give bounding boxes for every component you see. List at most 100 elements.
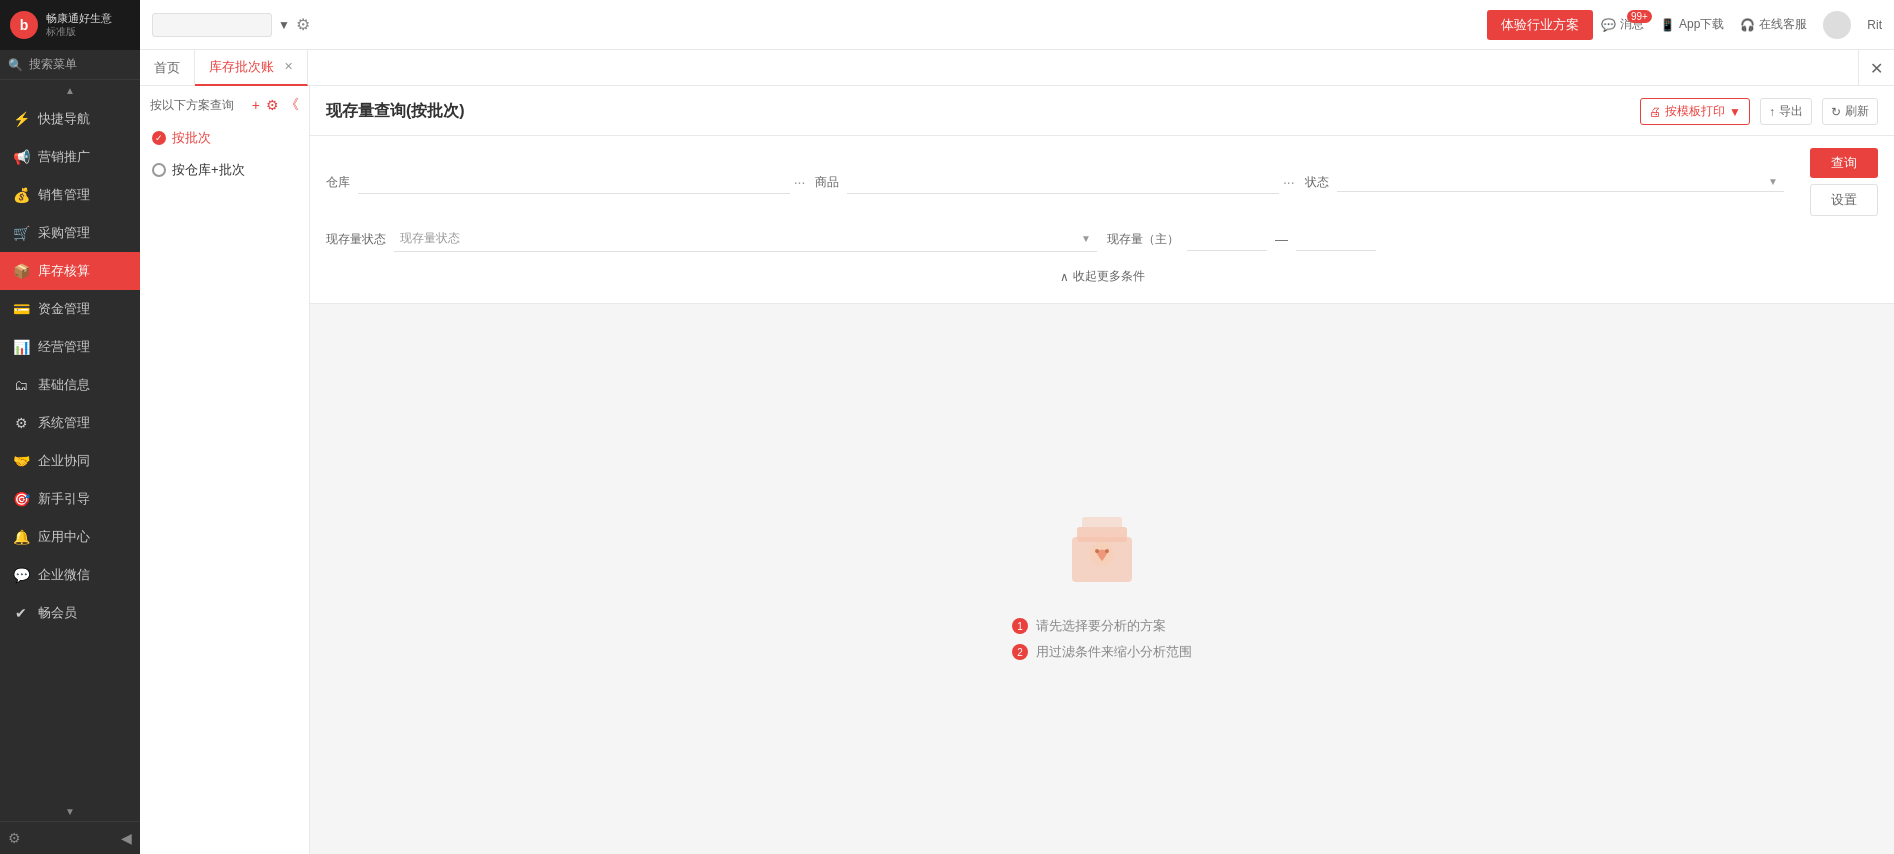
- svg-rect-2: [1082, 517, 1122, 531]
- topbar-right: 💬 消息 99+ 📱 App下载 🎧 在线客服 Rit: [1601, 11, 1882, 39]
- sidebar-item-member[interactable]: ✔ 畅会员: [0, 594, 140, 632]
- sidebar-item-finance[interactable]: 💳 资金管理: [0, 290, 140, 328]
- tab-inventory-batch[interactable]: 库存批次账 ✕: [195, 50, 308, 86]
- stock-qty-label: 现存量（主）: [1107, 231, 1179, 248]
- sidebar-footer: ⚙ ◀: [0, 821, 140, 854]
- topbar-app-download[interactable]: 📱 App下载: [1660, 16, 1724, 33]
- purchase-icon: 🛒: [12, 224, 30, 242]
- user-avatar[interactable]: [1823, 11, 1851, 39]
- sidebar-item-label: 采购管理: [38, 224, 90, 242]
- sidebar-item-label: 企业协同: [38, 452, 90, 470]
- filter-row-1: 仓库 ··· 商品 ··· 状态 ▼: [326, 148, 1878, 216]
- page-title: 现存量查询(按批次): [326, 101, 465, 122]
- sidebar-item-guide[interactable]: 🎯 新手引导: [0, 480, 140, 518]
- tab-close-icon[interactable]: ✕: [284, 60, 293, 73]
- stock-status-select[interactable]: 现存量状态 ▼: [394, 226, 1097, 252]
- empty-illustration: [1052, 497, 1152, 597]
- left-panel-collapse-icon[interactable]: 《: [285, 96, 299, 114]
- goods-input[interactable]: [847, 171, 1279, 194]
- sidebar-item-quick-nav[interactable]: ⚡ 快捷导航: [0, 100, 140, 138]
- sidebar: b 畅康通好生意 标准版 🔍 搜索菜单 ▲ ⚡ 快捷导航 📢 营销推广 💰 销售…: [0, 0, 140, 854]
- export-btn-label: 导出: [1779, 103, 1803, 120]
- message-icon: 💬: [1601, 18, 1616, 32]
- guide-icon: 🎯: [12, 490, 30, 508]
- main-area: ▼ ⚙ 体验行业方案 💬 消息 99+ 📱 App下载 🎧 在线客服 Rit 首: [140, 0, 1894, 854]
- export-btn[interactable]: ↑ 导出: [1760, 98, 1812, 125]
- topbar-messages[interactable]: 💬 消息 99+: [1601, 16, 1644, 33]
- tabs-close-button[interactable]: ✕: [1858, 50, 1894, 86]
- scheme-by-batch-label: 按批次: [172, 129, 211, 147]
- status-arrow-icon: ▼: [1768, 176, 1778, 187]
- filter-goods-group: 商品 ···: [815, 171, 1294, 194]
- system-icon: ⚙: [12, 414, 30, 432]
- scheme-settings-icon[interactable]: ⚙: [266, 97, 279, 113]
- print-btn[interactable]: 🖨 按模板打印 ▼: [1640, 98, 1750, 125]
- app-logo: b: [10, 11, 38, 39]
- experience-btn[interactable]: 体验行业方案: [1487, 10, 1593, 40]
- app-download-label: App下载: [1679, 16, 1724, 33]
- sidebar-item-sales[interactable]: 💰 销售管理: [0, 176, 140, 214]
- sidebar-item-marketing[interactable]: 📢 营销推广: [0, 138, 140, 176]
- filter-stock-qty-group: 现存量（主） —: [1107, 228, 1878, 251]
- add-scheme-icon[interactable]: +: [252, 97, 260, 113]
- basic-icon: 🗂: [12, 376, 30, 394]
- app-version: 标准版: [46, 25, 112, 39]
- sidebar-scroll-up[interactable]: ▲: [0, 80, 140, 100]
- collapse-icon: ∧: [1060, 270, 1069, 284]
- goods-label: 商品: [815, 174, 839, 191]
- phone-icon: 📱: [1660, 18, 1675, 32]
- member-icon: ✔: [12, 604, 30, 622]
- stock-qty-to[interactable]: [1296, 228, 1376, 251]
- sidebar-item-inventory[interactable]: 📦 库存核算: [0, 252, 140, 290]
- sidebar-item-operation[interactable]: 📊 经营管理: [0, 328, 140, 366]
- settings-button[interactable]: 设置: [1810, 184, 1878, 216]
- filter-area: 仓库 ··· 商品 ··· 状态 ▼: [310, 136, 1894, 304]
- scheme-by-warehouse-batch[interactable]: 按仓库+批次: [140, 154, 309, 186]
- collapse-more-btn[interactable]: ∧ 收起更多条件: [326, 262, 1878, 291]
- print-dropdown-icon[interactable]: ▼: [1729, 105, 1741, 119]
- filter-warehouse-group: 仓库 ···: [326, 171, 805, 194]
- sidebar-settings-icon[interactable]: ⚙: [8, 830, 21, 846]
- sidebar-search[interactable]: 🔍 搜索菜单: [0, 50, 140, 80]
- topbar-gear-icon[interactable]: ⚙: [296, 15, 310, 34]
- sidebar-item-system[interactable]: ⚙ 系统管理: [0, 404, 140, 442]
- username-label: Rit: [1867, 18, 1882, 32]
- topbar-online-service[interactable]: 🎧 在线客服: [1740, 16, 1807, 33]
- goods-more-icon[interactable]: ···: [1283, 174, 1295, 190]
- range-dash: —: [1275, 232, 1288, 247]
- scheme-by-batch[interactable]: ✓ 按批次: [140, 122, 309, 154]
- svg-point-4: [1095, 549, 1099, 553]
- left-panel-title: 按以下方案查询: [150, 97, 234, 114]
- sidebar-item-purchase[interactable]: 🛒 采购管理: [0, 214, 140, 252]
- tab-inventory-batch-label: 库存批次账: [209, 58, 274, 76]
- inventory-icon: 📦: [12, 262, 30, 280]
- warehouse-more-icon[interactable]: ···: [794, 174, 806, 190]
- empty-tips: 1 请先选择要分析的方案 2 用过滤条件来缩小分析范围: [1012, 617, 1192, 661]
- empty-state: 1 请先选择要分析的方案 2 用过滤条件来缩小分析范围: [310, 304, 1894, 854]
- sidebar-item-basic[interactable]: 🗂 基础信息: [0, 366, 140, 404]
- left-panel-header: 按以下方案查询 + ⚙ 《: [140, 96, 309, 122]
- topbar-dropdown-icon[interactable]: ▼: [278, 18, 290, 32]
- stock-qty-from[interactable]: [1187, 228, 1267, 251]
- sidebar-item-label: 快捷导航: [38, 110, 90, 128]
- stock-status-arrow-icon: ▼: [1081, 233, 1091, 244]
- topbar-search-input[interactable]: [152, 13, 272, 37]
- sidebar-collapse-icon[interactable]: ◀: [121, 830, 132, 846]
- filter-status-group: 状态 ▼: [1305, 172, 1784, 192]
- filter-row-2: 现存量状态 现存量状态 ▼ 现存量（主） —: [326, 226, 1878, 252]
- status-select[interactable]: ▼: [1337, 172, 1784, 192]
- sales-icon: 💰: [12, 186, 30, 204]
- warehouse-input[interactable]: [358, 171, 790, 194]
- sidebar-item-label: 库存核算: [38, 262, 90, 280]
- sidebar-item-wechat[interactable]: 💬 企业微信: [0, 556, 140, 594]
- tab-home[interactable]: 首页: [140, 50, 195, 86]
- tip-1-text: 请先选择要分析的方案: [1036, 617, 1166, 635]
- right-content: 现存量查询(按批次) 🖨 按模板打印 ▼ ↑ 导出 ↻ 刷新: [310, 86, 1894, 854]
- finance-icon: 💳: [12, 300, 30, 318]
- sidebar-item-appstore[interactable]: 🔔 应用中心: [0, 518, 140, 556]
- empty-svg: [1052, 497, 1152, 597]
- sidebar-item-enterprise[interactable]: 🤝 企业协同: [0, 442, 140, 480]
- sidebar-scroll-down[interactable]: ▼: [0, 801, 140, 821]
- query-button[interactable]: 查询: [1810, 148, 1878, 178]
- refresh-btn[interactable]: ↻ 刷新: [1822, 98, 1878, 125]
